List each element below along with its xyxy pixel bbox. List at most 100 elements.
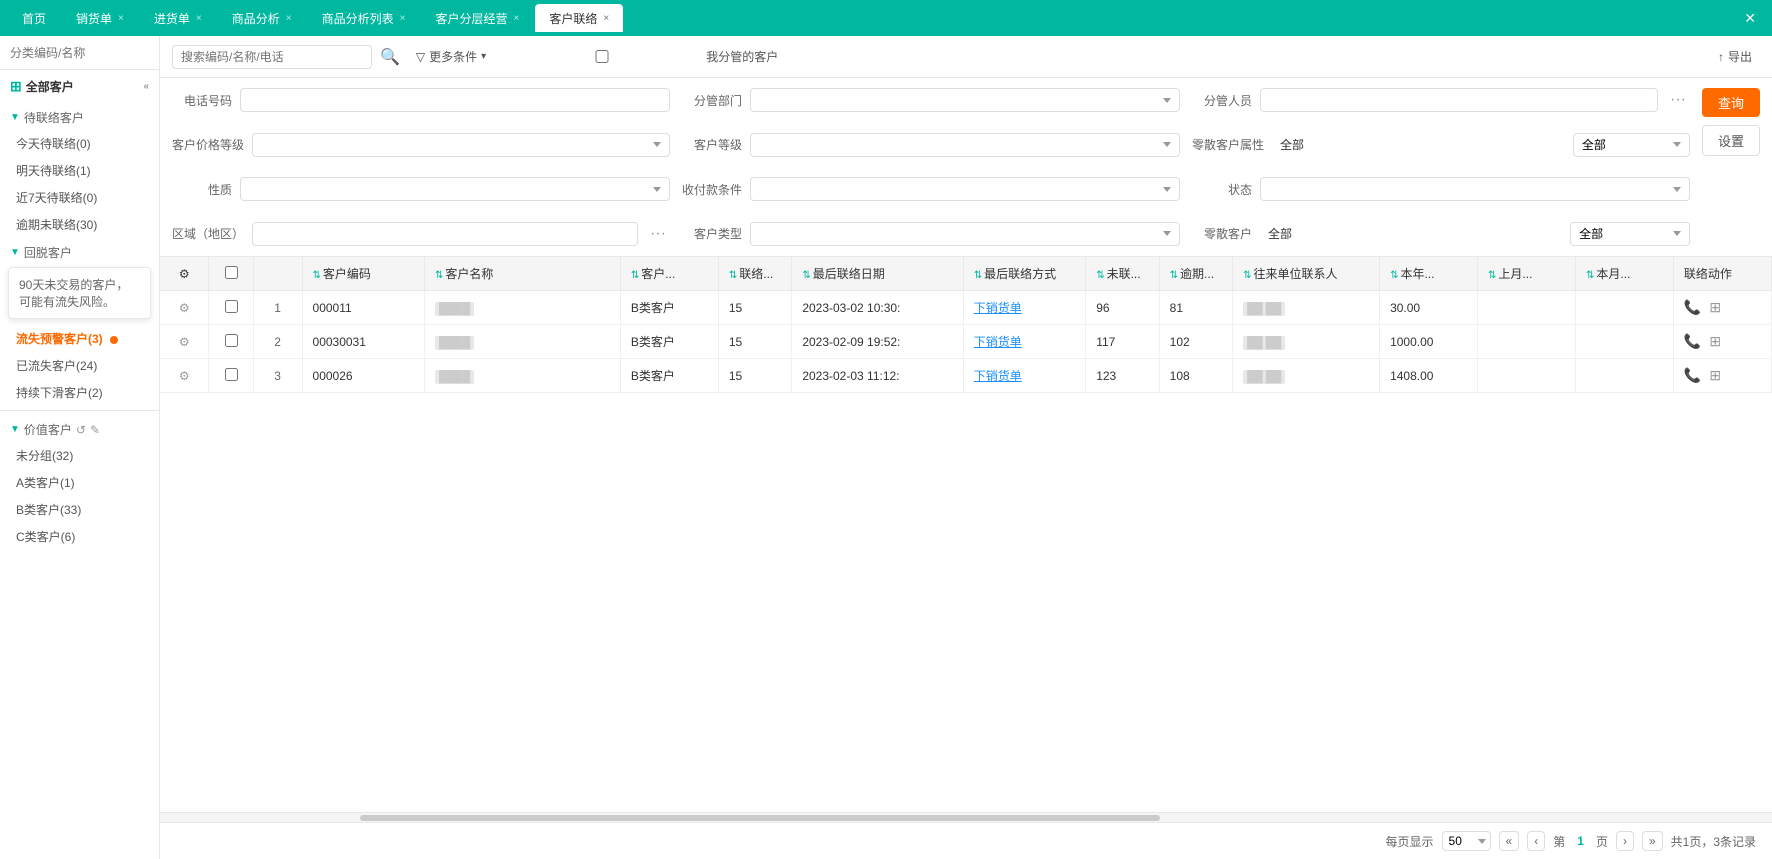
- contact-icon[interactable]: 📞: [1684, 299, 1701, 316]
- customer-type-select[interactable]: [750, 222, 1180, 246]
- tab-analysis-list[interactable]: 商品分析列表 ×: [308, 4, 420, 32]
- sidebar-item-class-b[interactable]: B类客户(33): [0, 496, 159, 523]
- close-contact-tab[interactable]: ×: [603, 13, 609, 24]
- more-action-icon[interactable]: ⊞: [1709, 333, 1721, 350]
- all-customers-header[interactable]: ⊞ 全部客户 «: [0, 70, 159, 103]
- col-last-date[interactable]: ⇅最后联络日期: [792, 257, 963, 291]
- churn-section[interactable]: ▼ 回脱客户: [0, 238, 159, 265]
- status-select[interactable]: [1260, 177, 1690, 201]
- value-customers-section[interactable]: ▼ 价值客户 ↺ ✎: [0, 415, 159, 442]
- blurred-name: ████: [435, 302, 474, 316]
- col-last-month[interactable]: ⇅上月...: [1478, 257, 1576, 291]
- tab-customer-segment[interactable]: 客户分层经营 ×: [421, 4, 533, 32]
- prev-page-button[interactable]: ‹: [1527, 831, 1545, 851]
- more-conditions-button[interactable]: ▽ 更多条件 ▾: [408, 44, 494, 69]
- tab-customer-contact[interactable]: 客户联络 ×: [535, 4, 623, 32]
- customer-level-select[interactable]: [750, 133, 1180, 157]
- contact-icon[interactable]: 📞: [1684, 367, 1701, 384]
- sidebar-item-overdue[interactable]: 逾期未联络(30): [0, 211, 159, 238]
- payment-select[interactable]: [750, 177, 1180, 201]
- scrollbar-thumb[interactable]: [360, 815, 1160, 821]
- zero-attr-select[interactable]: 全部: [1573, 133, 1690, 157]
- tab-purchase[interactable]: 进货单 ×: [140, 4, 216, 32]
- col-contact[interactable]: ⇅联络...: [718, 257, 791, 291]
- row-checkbox[interactable]: [209, 291, 253, 325]
- tab-home[interactable]: 首页: [8, 4, 60, 32]
- tab-analysis[interactable]: 商品分析 ×: [218, 4, 306, 32]
- sidebar-item-today[interactable]: 今天待联络(0): [0, 130, 159, 157]
- more-action-icon[interactable]: ⊞: [1709, 299, 1721, 316]
- col-code[interactable]: ⇅客户编码: [302, 257, 424, 291]
- horizontal-scrollbar[interactable]: [160, 812, 1772, 822]
- sidebar-item-already-churn[interactable]: 已流失客户(24): [0, 352, 159, 379]
- window-close-button[interactable]: ✕: [1736, 6, 1764, 31]
- my-customers-checkbox-label[interactable]: 我分管的客户: [502, 48, 778, 65]
- next-page-button[interactable]: ›: [1616, 831, 1634, 851]
- more-action-icon[interactable]: ⊞: [1709, 367, 1721, 384]
- dept-select[interactable]: [750, 88, 1180, 112]
- sidebar-item-class-c[interactable]: C类客户(6): [0, 523, 159, 550]
- export-button[interactable]: ↑ 导出: [1710, 44, 1760, 69]
- filter-field-zero-customer: 零散客户 全部 全部: [1192, 221, 1690, 246]
- col-name[interactable]: ⇅客户名称: [424, 257, 620, 291]
- sort-icon-date: ⇅: [802, 270, 810, 281]
- contact-icon[interactable]: 📞: [1684, 333, 1701, 350]
- pending-contact-section[interactable]: ▼ 待联络客户: [0, 103, 159, 130]
- blurred-name: ████: [435, 370, 474, 384]
- select-all-checkbox[interactable]: [225, 266, 238, 279]
- nature-select[interactable]: [240, 177, 670, 201]
- row-last-contact-method[interactable]: 下销货单: [963, 325, 1085, 359]
- section-arrow-value: ▼: [10, 424, 20, 435]
- col-settings[interactable]: ⚙: [160, 257, 209, 291]
- sidebar-item-churn-predict[interactable]: 流失预警客户(3): [0, 325, 159, 352]
- refresh-icon[interactable]: ↺: [76, 423, 86, 437]
- col-customer-type[interactable]: ⇅客户...: [620, 257, 718, 291]
- sidebar-search-bar[interactable]: 🔍: [0, 36, 159, 70]
- dept-label: 分管部门: [682, 92, 742, 109]
- price-level-select[interactable]: [252, 133, 670, 157]
- col-this-month[interactable]: ⇅本月...: [1575, 257, 1673, 291]
- first-page-button[interactable]: «: [1499, 831, 1520, 851]
- customer-level-label: 客户等级: [682, 136, 742, 153]
- sidebar-item-class-a[interactable]: A类客户(1): [0, 469, 159, 496]
- close-sales-tab[interactable]: ×: [118, 13, 124, 24]
- col-overdue[interactable]: ⇅逾期...: [1159, 257, 1232, 291]
- edit-icon[interactable]: ✎: [90, 423, 100, 437]
- area-more-btn[interactable]: ···: [646, 225, 670, 243]
- person-more-btn[interactable]: ···: [1666, 91, 1690, 109]
- row-checkbox[interactable]: [209, 359, 253, 393]
- search-input[interactable]: [172, 45, 372, 69]
- tab-sales[interactable]: 销货单 ×: [62, 4, 138, 32]
- sidebar-item-7days[interactable]: 近7天待联络(0): [0, 184, 159, 211]
- col-unit-contact[interactable]: ⇅往来单位联系人: [1233, 257, 1380, 291]
- row-settings[interactable]: ⚙: [160, 325, 209, 359]
- sidebar-item-tomorrow[interactable]: 明天待联络(1): [0, 157, 159, 184]
- col-uncontacted[interactable]: ⇅未联...: [1086, 257, 1159, 291]
- search-button[interactable]: 🔍: [380, 47, 400, 67]
- row-last-contact-method[interactable]: 下销货单: [963, 359, 1085, 393]
- last-page-button[interactable]: »: [1642, 831, 1663, 851]
- row-settings[interactable]: ⚙: [160, 359, 209, 393]
- close-segment-tab[interactable]: ×: [513, 13, 519, 24]
- row-settings[interactable]: ⚙: [160, 291, 209, 325]
- col-this-year[interactable]: ⇅本年...: [1380, 257, 1478, 291]
- sidebar-item-recall[interactable]: 持续下滑客户(2): [0, 379, 159, 406]
- sidebar-item-ungroup[interactable]: 未分组(32): [0, 442, 159, 469]
- sidebar-search-input[interactable]: [10, 46, 160, 60]
- my-customers-checkbox[interactable]: [502, 50, 702, 63]
- close-purchase-tab[interactable]: ×: [196, 13, 202, 24]
- settings-button[interactable]: 设置: [1702, 125, 1760, 156]
- person-input[interactable]: [1260, 88, 1658, 112]
- filter-field-nature: 性质: [172, 177, 670, 201]
- query-button[interactable]: 查询: [1702, 88, 1760, 117]
- row-last-contact-method[interactable]: 下销货单: [963, 291, 1085, 325]
- page-size-select[interactable]: 50 100 200: [1442, 831, 1491, 851]
- close-analysis-tab[interactable]: ×: [286, 13, 292, 24]
- col-last-method[interactable]: ⇅最后联络方式: [963, 257, 1085, 291]
- zero-customer-select[interactable]: 全部: [1570, 222, 1690, 246]
- phone-input[interactable]: [240, 88, 670, 112]
- row-checkbox[interactable]: [209, 325, 253, 359]
- close-analysis-list-tab[interactable]: ×: [400, 13, 406, 24]
- area-input[interactable]: [252, 222, 638, 246]
- row-action: 📞 ⊞: [1673, 325, 1771, 359]
